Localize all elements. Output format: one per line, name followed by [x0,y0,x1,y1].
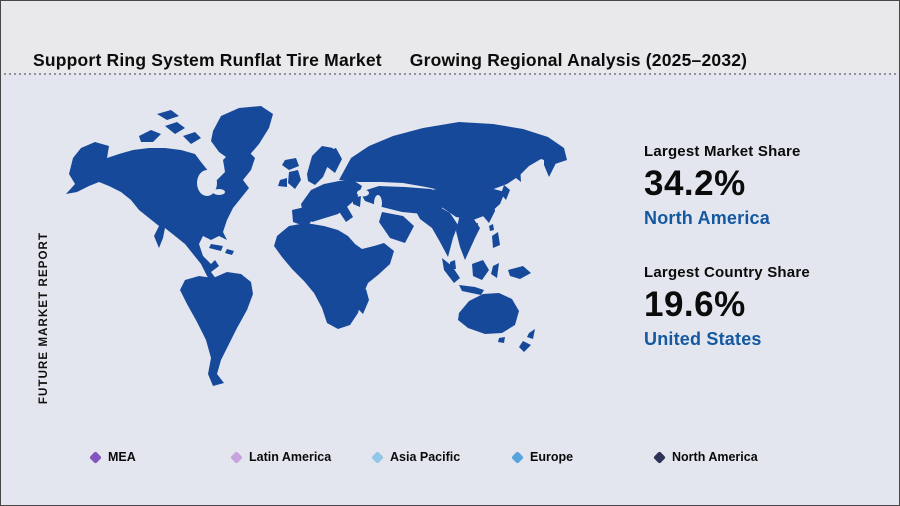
legend-label: North America [672,450,758,464]
stat-region: United States [644,328,762,349]
legend: MEA Latin America Asia Pacific Europe No… [1,450,899,466]
brand-watermark: FUTURE MARKET REPORT [38,231,50,405]
caspian-sea [374,195,382,211]
arctic-islands [139,110,201,144]
legend-item-mea[interactable]: MEA [89,450,136,464]
header-bar: Support Ring System Runflat Tire Market … [1,1,899,73]
stat-label: Largest Country Share [644,264,810,281]
legend-label: Latin America [249,450,332,464]
dotted-divider [4,73,896,75]
legend-dot-icon [230,450,243,464]
legend-dot-icon [89,450,102,464]
stat-label: Largest Market Share [644,143,801,160]
stat-largest-country-share: Largest Country Share 19.6% United State… [644,264,894,350]
south-america [180,272,253,386]
legend-item-europe[interactable]: Europe [511,450,574,464]
infographic-canvas: Support Ring System Runflat Tire Market … [0,0,900,506]
legend-dot-icon [653,450,666,464]
landmasses [66,106,567,386]
stat-largest-market-share: Largest Market Share 34.2% North America [644,143,894,229]
title-analysis-label: Growing Regional Analysis (2025–2032) [409,50,748,70]
legend-label: Europe [530,450,574,464]
stat-value: 19.6% [644,285,746,324]
stat-value: 34.2% [644,164,746,203]
legend-label: MEA [108,450,136,464]
great-lakes [213,189,225,195]
north-america [66,142,255,288]
europe [278,146,362,227]
legend-label: Asia Pacific [390,450,461,464]
legend-item-latin-america[interactable]: Latin America [230,450,332,464]
caribbean-islands [209,244,234,255]
legend-item-north-america[interactable]: North America [653,450,758,464]
oceania [458,293,535,352]
africa [274,223,394,329]
legend-dot-icon [511,450,524,464]
stat-region: North America [644,207,770,228]
title-market-name: Support Ring System Runflat Tire Market [33,50,382,70]
legend-dot-icon [371,450,384,464]
world-map [66,106,567,386]
black-sea [357,189,369,197]
page-title: Support Ring System Runflat Tire Market … [33,1,747,76]
legend-item-asia-pacific[interactable]: Asia Pacific [371,450,461,464]
